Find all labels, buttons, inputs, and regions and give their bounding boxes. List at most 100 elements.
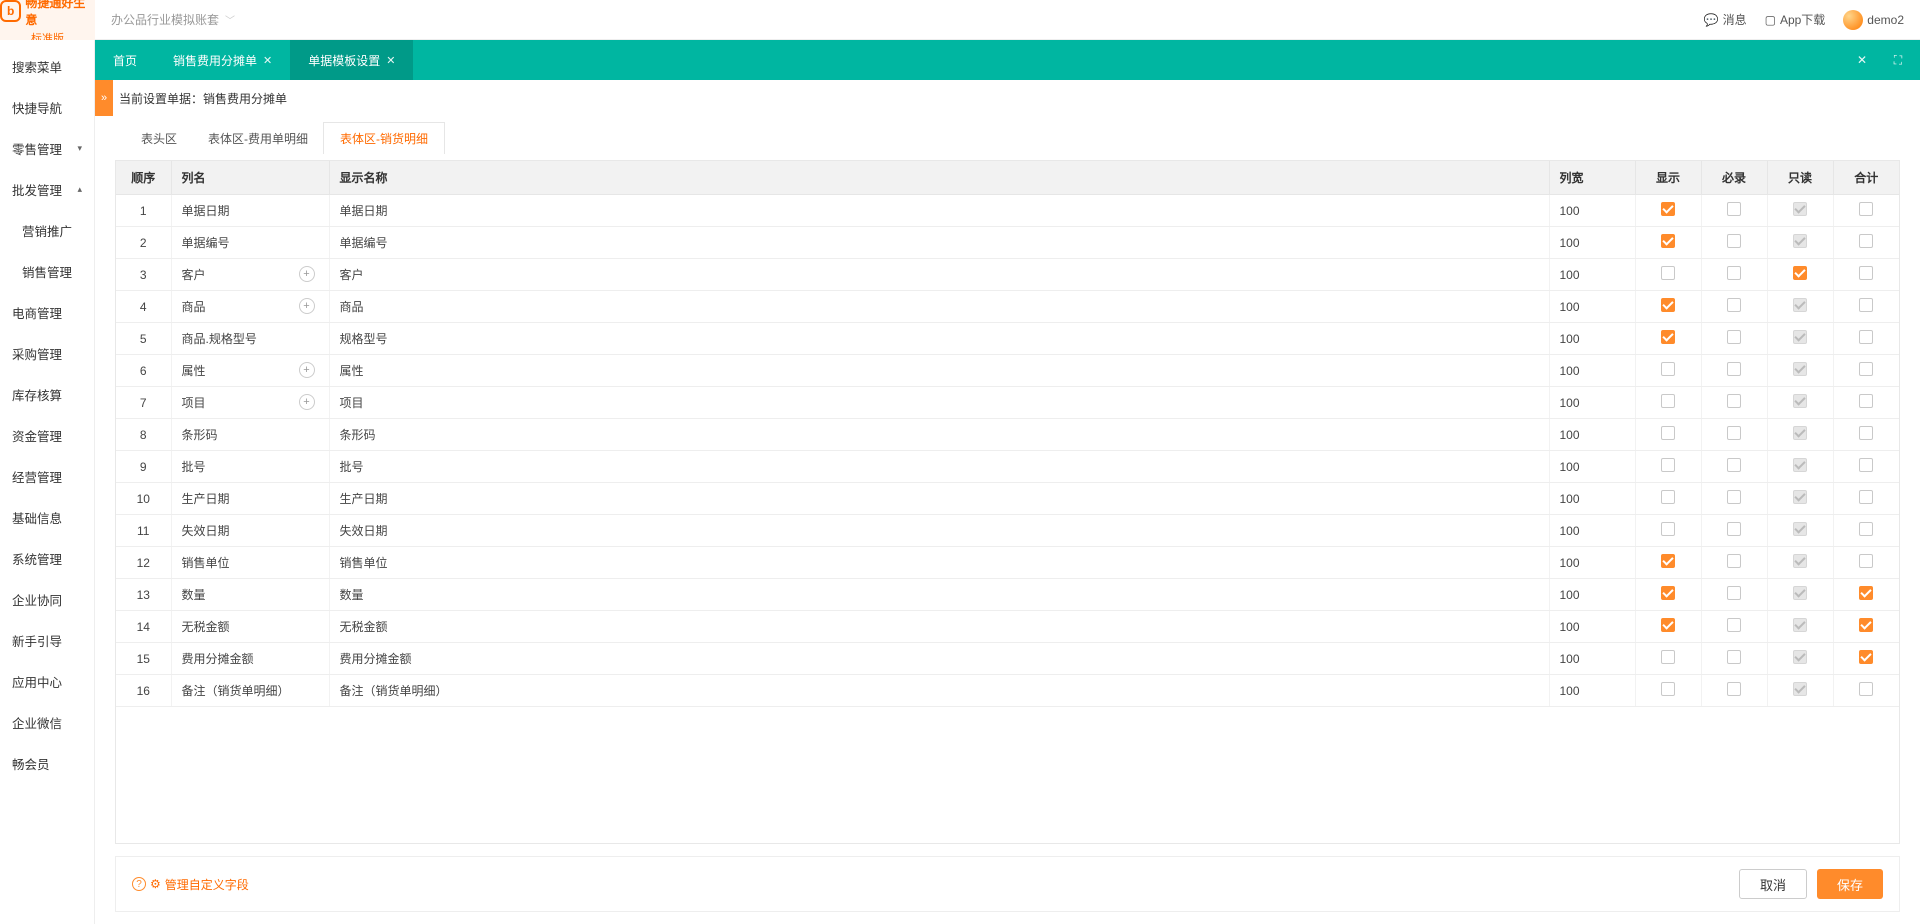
sidebar-item[interactable]: 系统管理: [0, 538, 94, 579]
checkbox[interactable]: [1727, 266, 1741, 280]
checkbox[interactable]: [1859, 298, 1873, 312]
close-icon[interactable]: ✕: [386, 54, 395, 67]
cell-display-name[interactable]: 销售单位: [329, 547, 1549, 579]
checkbox[interactable]: [1859, 522, 1873, 536]
fullscreen-button[interactable]: ⛶: [1884, 46, 1912, 74]
sidebar-item[interactable]: 销售管理: [0, 251, 94, 292]
expand-icon[interactable]: +: [299, 362, 315, 378]
cell-display-name[interactable]: 项目: [329, 387, 1549, 419]
checkbox[interactable]: [1661, 586, 1675, 600]
checkbox[interactable]: [1661, 202, 1675, 216]
user-menu[interactable]: demo2: [1843, 10, 1904, 30]
checkbox[interactable]: [1859, 650, 1873, 664]
cell-width[interactable]: 100: [1549, 547, 1635, 579]
cell-width[interactable]: 100: [1549, 675, 1635, 707]
cell-display-name[interactable]: 生产日期: [329, 483, 1549, 515]
sidebar-item[interactable]: 采购管理: [0, 333, 94, 374]
checkbox[interactable]: [1727, 522, 1741, 536]
cell-width[interactable]: 100: [1549, 291, 1635, 323]
sidebar-item[interactable]: 批发管理▴: [0, 169, 94, 210]
cell-display-name[interactable]: 无税金额: [329, 611, 1549, 643]
tab[interactable]: 单据模板设置✕: [290, 40, 413, 80]
checkbox[interactable]: [1727, 554, 1741, 568]
cell-display-name[interactable]: 条形码: [329, 419, 1549, 451]
checkbox[interactable]: [1727, 234, 1741, 248]
checkbox[interactable]: [1727, 490, 1741, 504]
checkbox[interactable]: [1859, 682, 1873, 696]
checkbox[interactable]: [1727, 426, 1741, 440]
checkbox[interactable]: [1661, 298, 1675, 312]
cell-display-name[interactable]: 客户: [329, 259, 1549, 291]
cell-display-name[interactable]: 单据编号: [329, 227, 1549, 259]
save-button[interactable]: 保存: [1817, 869, 1883, 899]
cell-width[interactable]: 100: [1549, 323, 1635, 355]
cell-display-name[interactable]: 商品: [329, 291, 1549, 323]
cell-display-name[interactable]: 属性: [329, 355, 1549, 387]
checkbox[interactable]: [1859, 202, 1873, 216]
checkbox[interactable]: [1727, 586, 1741, 600]
cell-width[interactable]: 100: [1549, 227, 1635, 259]
checkbox[interactable]: [1793, 266, 1807, 280]
close-icon[interactable]: ✕: [263, 54, 272, 67]
sidebar-item[interactable]: 应用中心: [0, 661, 94, 702]
cell-display-name[interactable]: 备注（销货单明细）: [329, 675, 1549, 707]
checkbox[interactable]: [1859, 554, 1873, 568]
checkbox[interactable]: [1661, 330, 1675, 344]
tab[interactable]: 首页: [95, 40, 155, 80]
cell-width[interactable]: 100: [1549, 579, 1635, 611]
checkbox[interactable]: [1661, 522, 1675, 536]
cell-display-name[interactable]: 费用分摊金额: [329, 643, 1549, 675]
sidebar-item[interactable]: 新手引导: [0, 620, 94, 661]
cell-width[interactable]: 100: [1549, 419, 1635, 451]
sidebar-item[interactable]: 库存核算: [0, 374, 94, 415]
checkbox[interactable]: [1727, 682, 1741, 696]
expand-icon[interactable]: +: [299, 394, 315, 410]
sidebar-item[interactable]: 资金管理: [0, 415, 94, 456]
checkbox[interactable]: [1859, 362, 1873, 376]
sidebar-item[interactable]: 快捷导航: [0, 87, 94, 128]
subtab[interactable]: 表体区-销货明细: [323, 122, 445, 154]
subtab[interactable]: 表体区-费用单明细: [192, 123, 324, 154]
cell-width[interactable]: 100: [1549, 451, 1635, 483]
sidebar-item[interactable]: 企业微信: [0, 702, 94, 743]
expand-toggle-button[interactable]: »: [95, 80, 113, 116]
cell-width[interactable]: 100: [1549, 195, 1635, 227]
checkbox[interactable]: [1661, 458, 1675, 472]
cell-display-name[interactable]: 数量: [329, 579, 1549, 611]
expand-icon[interactable]: +: [299, 298, 315, 314]
checkbox[interactable]: [1727, 618, 1741, 632]
sidebar-item[interactable]: 经营管理: [0, 456, 94, 497]
sidebar-item[interactable]: 企业协同: [0, 579, 94, 620]
subtab[interactable]: 表头区: [125, 123, 193, 154]
checkbox[interactable]: [1859, 426, 1873, 440]
checkbox[interactable]: [1661, 554, 1675, 568]
manage-custom-fields-link[interactable]: ? ⚙ 管理自定义字段: [132, 876, 249, 893]
checkbox[interactable]: [1661, 266, 1675, 280]
checkbox[interactable]: [1661, 490, 1675, 504]
checkbox[interactable]: [1661, 362, 1675, 376]
messages-button[interactable]: 💬 消息: [1704, 11, 1747, 28]
close-all-tabs-button[interactable]: ✕: [1848, 46, 1876, 74]
sidebar-item[interactable]: 电商管理: [0, 292, 94, 333]
checkbox[interactable]: [1727, 330, 1741, 344]
sidebar-item[interactable]: 搜索菜单: [0, 46, 94, 87]
checkbox[interactable]: [1727, 298, 1741, 312]
checkbox[interactable]: [1859, 586, 1873, 600]
cell-display-name[interactable]: 批号: [329, 451, 1549, 483]
dataset-selector[interactable]: 办公品行业模拟账套 ﹀: [111, 11, 235, 28]
sidebar-item[interactable]: 畅会员: [0, 743, 94, 784]
cell-width[interactable]: 100: [1549, 483, 1635, 515]
checkbox[interactable]: [1859, 394, 1873, 408]
checkbox[interactable]: [1727, 458, 1741, 472]
cell-display-name[interactable]: 失效日期: [329, 515, 1549, 547]
checkbox[interactable]: [1661, 426, 1675, 440]
checkbox[interactable]: [1859, 490, 1873, 504]
checkbox[interactable]: [1661, 618, 1675, 632]
checkbox[interactable]: [1859, 618, 1873, 632]
checkbox[interactable]: [1727, 650, 1741, 664]
cell-width[interactable]: 100: [1549, 611, 1635, 643]
sidebar-item[interactable]: 零售管理▾: [0, 128, 94, 169]
cell-display-name[interactable]: 规格型号: [329, 323, 1549, 355]
checkbox[interactable]: [1859, 458, 1873, 472]
checkbox[interactable]: [1661, 394, 1675, 408]
